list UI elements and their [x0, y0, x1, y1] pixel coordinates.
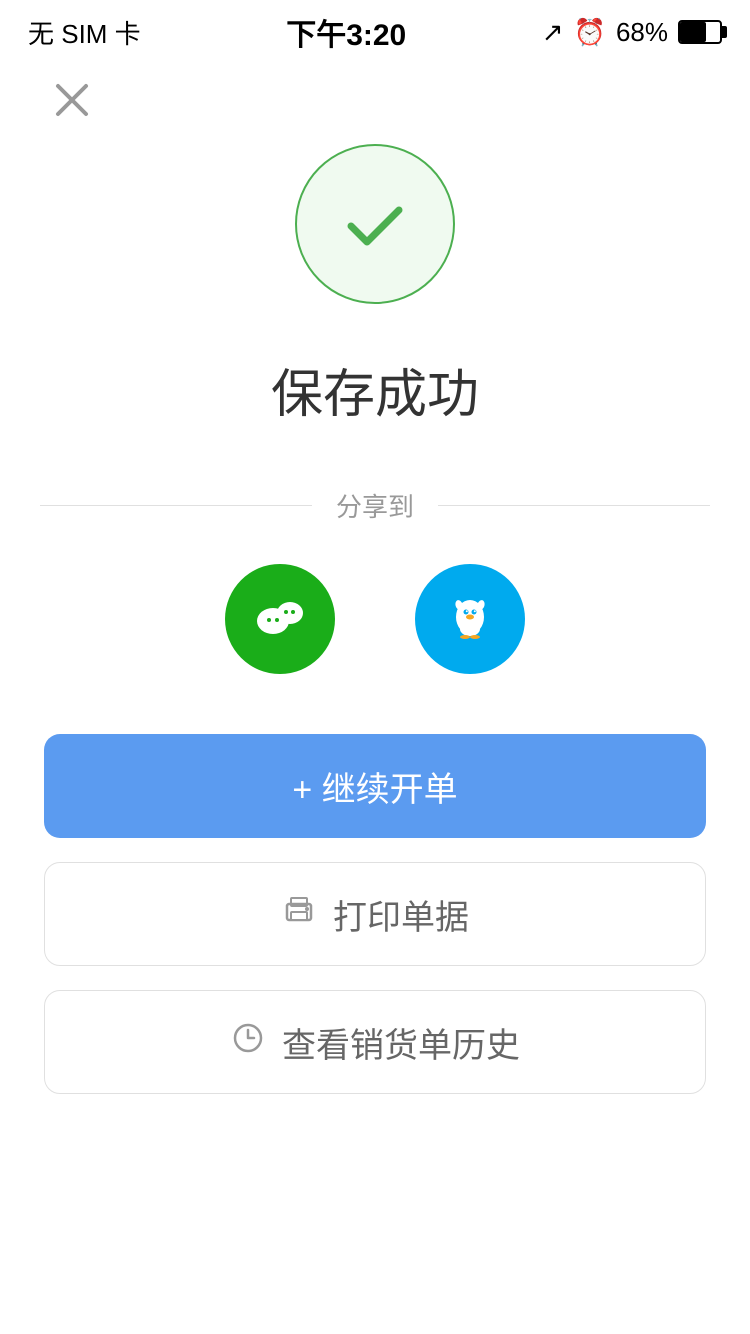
continue-order-label: + 继续开单 [292, 762, 457, 811]
continue-order-button[interactable]: + 继续开单 [44, 734, 706, 838]
location-icon: ↗ [542, 17, 564, 48]
status-right: ↗ ⏰ 68% [542, 17, 722, 48]
qq-share-button[interactable] [415, 564, 525, 674]
alarm-icon: ⏰ [574, 17, 606, 48]
status-left: 无 SIM 卡 [28, 14, 151, 51]
share-divider: 分享到 [0, 487, 750, 524]
share-icons [225, 564, 525, 674]
success-title: 保存成功 [271, 352, 479, 427]
history-icon [230, 1020, 266, 1065]
print-icon [281, 892, 317, 937]
success-icon [295, 144, 455, 304]
battery-icon [678, 20, 722, 44]
wechat-share-button[interactable] [225, 564, 335, 674]
status-bar: 无 SIM 卡 下午3:20 ↗ ⏰ 68% [0, 0, 750, 64]
divider-left [40, 505, 312, 506]
print-button[interactable]: 打印单据 [44, 862, 706, 966]
status-time: 下午3:20 [286, 10, 406, 54]
history-button[interactable]: 查看销货单历史 [44, 990, 706, 1094]
share-section: 分享到 [0, 487, 750, 674]
battery-label: 68% [616, 17, 668, 48]
share-label: 分享到 [312, 487, 438, 524]
history-label: 查看销货单历史 [282, 1018, 520, 1067]
divider-right [438, 505, 710, 506]
close-button[interactable] [44, 72, 100, 128]
actions: + 继续开单 打印单据 查看销货单历史 [0, 734, 750, 1094]
no-sim-label: 无 SIM 卡 [28, 14, 141, 51]
print-label: 打印单据 [333, 890, 469, 939]
main-content: 保存成功 分享到 [0, 64, 750, 1094]
